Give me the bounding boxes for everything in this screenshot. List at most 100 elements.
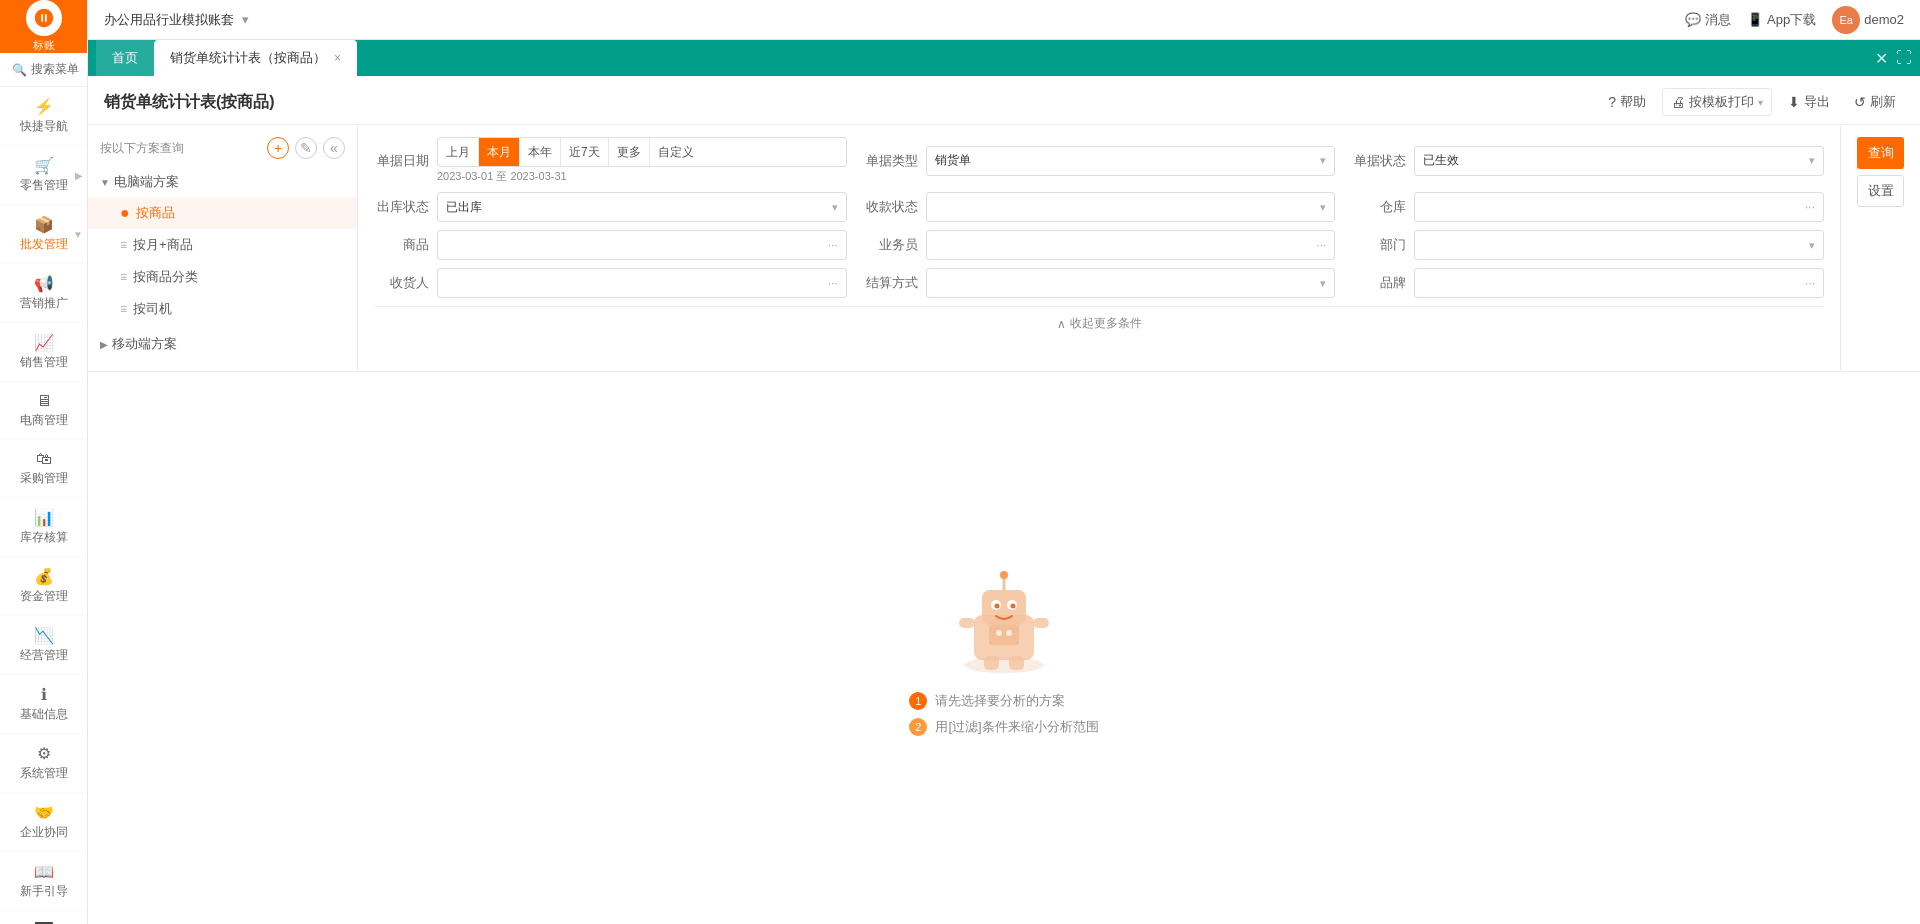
tab-maximize-icon[interactable]: ⛶: [1896, 49, 1912, 67]
help-button[interactable]: ? 帮助: [1600, 89, 1654, 115]
empty-tip-2: 2 用[过滤]条件来缩小分析范围: [909, 718, 1098, 736]
refresh-button[interactable]: ↺ 刷新: [1846, 89, 1904, 115]
help-label: 帮助: [1620, 93, 1646, 111]
avatar-text: Ea: [1840, 14, 1853, 26]
settlement-arrow: ▾: [1320, 277, 1326, 290]
tab-close-all-icon[interactable]: ✕: [1875, 49, 1888, 68]
print-button[interactable]: 🖨 按模板打印 ▾: [1662, 88, 1772, 116]
sidebar-item-app-center[interactable]: 🔲 应用中心: [0, 911, 87, 924]
tab-home[interactable]: 首页: [96, 40, 154, 76]
warehouse-more-btn[interactable]: ···: [1805, 200, 1815, 214]
sidebar-item-basic[interactable]: ℹ 基础信息: [0, 675, 87, 734]
date-tab-this-month[interactable]: 本月: [479, 137, 520, 167]
query-button[interactable]: 查询: [1857, 137, 1904, 169]
payment-status-input[interactable]: ▾: [926, 192, 1336, 222]
top-header: 办公用品行业模拟账套 ▾ 💬 消息 📱 App下载 Ea demo2: [88, 0, 1920, 40]
svg-rect-9: [959, 618, 975, 628]
sidebar-item-cooperation[interactable]: 🤝 企业协同: [0, 793, 87, 852]
refresh-icon: ↺: [1854, 94, 1866, 110]
outbound-status-input[interactable]: 已出库 ▾: [437, 192, 847, 222]
scheme-item-by-month-product[interactable]: ≡ 按月+商品: [88, 229, 357, 261]
scheme-collapse-button[interactable]: «: [323, 137, 345, 159]
outbound-status-label: 出库状态: [374, 198, 429, 216]
scheme-item-by-cashier[interactable]: ≡ 按司机: [88, 293, 357, 325]
brand-more-btn[interactable]: ···: [1805, 276, 1815, 290]
sales-label: 销售管理: [20, 354, 68, 371]
sidebar-item-guide[interactable]: 📖 新手引导: [0, 852, 87, 911]
wholesale-icon: 📦: [34, 215, 54, 234]
tab-close-icon[interactable]: ×: [334, 51, 341, 65]
product-more-btn[interactable]: ···: [828, 238, 838, 252]
sidebar-item-retail[interactable]: 🛒 零售管理 ▶: [0, 146, 87, 205]
empty-tips: 1 请先选择要分析的方案 2 用[过滤]条件来缩小分析范围: [909, 692, 1098, 736]
finance-icon: 💰: [34, 567, 54, 586]
message-action[interactable]: 💬 消息: [1685, 11, 1731, 29]
sidebar-item-wholesale[interactable]: 📦 批发管理 ▼: [0, 205, 87, 264]
user-action[interactable]: Ea demo2: [1832, 6, 1904, 34]
retail-arrow: ▶: [75, 170, 83, 181]
sidebar-item-quick-nav[interactable]: ⚡ 快捷导航: [0, 87, 87, 146]
marketing-icon: 📢: [34, 274, 54, 293]
page-header: 销货单统计计表(按商品) ? 帮助 🖨 按模板打印 ▾ ⬇ 导出: [88, 76, 1920, 125]
scheme-group-mobile-header[interactable]: ▶ 移动端方案: [88, 329, 357, 359]
settings-button[interactable]: 设置: [1857, 175, 1904, 207]
print-label: 按模板打印: [1689, 93, 1754, 111]
recipient-more-btn[interactable]: ···: [828, 276, 838, 290]
tab-home-label: 首页: [112, 49, 138, 67]
sidebar-item-ecommerce[interactable]: 🖥 电商管理: [0, 382, 87, 440]
scheme-add-button[interactable]: +: [267, 137, 289, 159]
sidebar-item-operation[interactable]: 📉 经营管理: [0, 616, 87, 675]
salesperson-input[interactable]: ···: [926, 230, 1336, 260]
filter-payment-status: 收款状态 ▾: [863, 192, 1336, 222]
brand-input[interactable]: ···: [1414, 268, 1824, 298]
sidebar-item-purchase[interactable]: 🛍 采购管理: [0, 440, 87, 498]
settlement-input[interactable]: ▾: [926, 268, 1336, 298]
warehouse-input[interactable]: ···: [1414, 192, 1824, 222]
retail-label: 零售管理: [20, 177, 68, 194]
title-dropdown-icon[interactable]: ▾: [242, 12, 249, 27]
app-download-icon: 📱: [1747, 12, 1763, 27]
product-input[interactable]: ···: [437, 230, 847, 260]
operation-label: 经营管理: [20, 647, 68, 664]
date-tab-last-month[interactable]: 上月: [438, 137, 479, 167]
export-button[interactable]: ⬇ 导出: [1780, 89, 1838, 115]
scheme-item-by-product[interactable]: ● 按商品: [88, 197, 357, 229]
salesperson-more-btn[interactable]: ···: [1316, 238, 1326, 252]
recipient-input[interactable]: ···: [437, 268, 847, 298]
svg-point-8: [1000, 571, 1008, 579]
tab-sales-stat[interactable]: 销货单统计计表（按商品） ×: [154, 40, 357, 76]
search-menu-item[interactable]: 🔍 搜索菜单: [0, 53, 87, 87]
wholesale-arrow: ▼: [73, 229, 83, 240]
doc-type-input[interactable]: 销货单 ▾: [926, 146, 1336, 176]
filter-doc-type: 单据类型 销货单 ▾: [863, 137, 1336, 184]
sidebar-item-system[interactable]: ⚙ 系统管理: [0, 734, 87, 793]
sidebar-item-inventory[interactable]: 📊 库存核算: [0, 498, 87, 557]
sidebar-item-finance[interactable]: 💰 资金管理: [0, 557, 87, 616]
svg-point-15: [1006, 630, 1012, 636]
by-month-product-icon: ≡: [120, 238, 127, 252]
date-tab-this-year[interactable]: 本年: [520, 137, 561, 167]
doc-status-input[interactable]: 已生效 ▾: [1414, 146, 1824, 176]
scheme-group-desktop-header[interactable]: ▼ 电脑端方案: [88, 167, 357, 197]
sidebar-item-sales[interactable]: 📈 销售管理: [0, 323, 87, 382]
tip-text-1: 请先选择要分析的方案: [935, 692, 1065, 710]
scheme-edit-button[interactable]: ✎: [295, 137, 317, 159]
quick-nav-label: 快捷导航: [20, 118, 68, 135]
filter-product: 商品 ···: [374, 230, 847, 260]
main-area: 办公用品行业模拟账套 ▾ 💬 消息 📱 App下载 Ea demo2 首页: [88, 0, 1920, 924]
doc-status-label: 单据状态: [1351, 152, 1406, 170]
scheme-edit-icon: ✎: [300, 140, 312, 156]
quick-nav-icon: ⚡: [34, 97, 54, 116]
date-tab-more[interactable]: 更多: [609, 137, 650, 167]
tab-sales-stat-label: 销货单统计计表（按商品）: [170, 49, 326, 67]
app-download-action[interactable]: 📱 App下载: [1747, 11, 1816, 29]
scheme-item-by-product-category[interactable]: ≡ 按商品分类: [88, 261, 357, 293]
department-input[interactable]: ▾: [1414, 230, 1824, 260]
date-tab-7days[interactable]: 近7天: [561, 137, 609, 167]
scheme-header-title: 按以下方案查询: [100, 140, 184, 157]
date-tab-custom[interactable]: 自定义: [650, 137, 702, 167]
sidebar-item-marketing[interactable]: 📢 营销推广: [0, 264, 87, 323]
collapse-button[interactable]: ∧ 收起更多条件: [1057, 315, 1142, 332]
system-icon: ⚙: [37, 744, 51, 763]
filter-brand: 品牌 ···: [1351, 268, 1824, 298]
